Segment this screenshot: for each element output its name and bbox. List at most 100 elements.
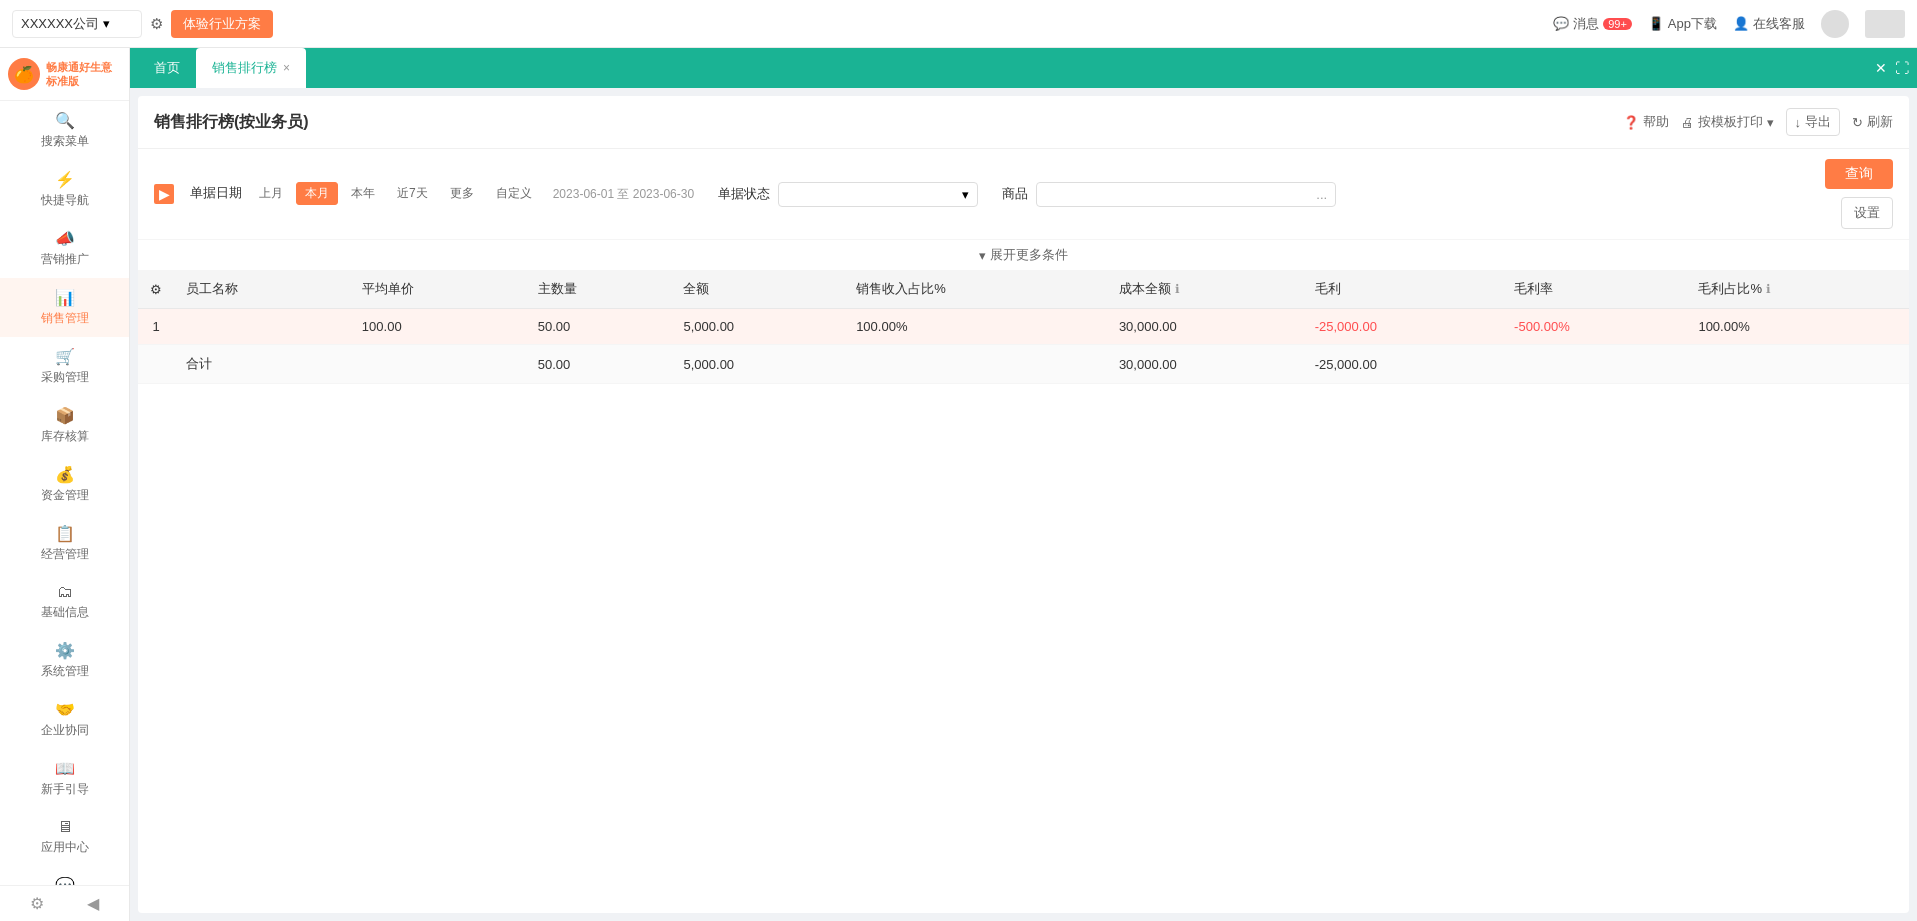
support-icon: 👤 — [1733, 16, 1749, 31]
sidebar-label-apps: 应用中心 — [41, 839, 89, 856]
avatar[interactable] — [1821, 10, 1849, 38]
shortcuts-icon: ⚡ — [55, 170, 75, 189]
app-icon: 📱 — [1648, 16, 1664, 31]
goods-dots[interactable]: ... — [1316, 187, 1327, 202]
sidebar-item-enterprise[interactable]: 🤝 企业协同 — [0, 690, 129, 749]
th-amount: 全额 — [671, 270, 844, 309]
date-filter-group: 单据日期 上月 本月 本年 近7天 更多 自定义 2023-06-01 至 20… — [190, 182, 694, 205]
filter-row: ▶ 单据日期 上月 本月 本年 近7天 更多 自定义 — [138, 149, 1909, 239]
tab-sales-ranking[interactable]: 销售排行榜 × — [196, 48, 306, 88]
sidebar-label-management: 经营管理 — [41, 546, 89, 563]
sidebar-label-inventory: 库存核算 — [41, 428, 89, 445]
profit-pct-info-icon[interactable]: ℹ — [1766, 282, 1771, 296]
basic-icon: 🗂 — [57, 583, 73, 601]
wechat-icon: 💬 — [55, 876, 75, 885]
sidebar-nav: 🔍 搜索菜单 ⚡ 快捷导航 📣 营销推广 📊 销售管理 🛒 采购管理 — [0, 101, 129, 885]
settings-bottom-icon[interactable]: ⚙ — [30, 894, 44, 913]
purchase-icon: 🛒 — [55, 347, 75, 366]
close-window-icon[interactable]: ✕ — [1875, 60, 1887, 76]
goods-input[interactable]: ... — [1036, 182, 1336, 207]
sidebar-item-purchase[interactable]: 🛒 采购管理 — [0, 337, 129, 396]
footer-empty1 — [138, 345, 174, 384]
sidebar-item-system[interactable]: ⚙️ 系统管理 — [0, 631, 129, 690]
sidebar-label-purchase: 采购管理 — [41, 369, 89, 386]
footer-row: 合计 50.00 5,000.00 30,000.00 -25,000.00 — [138, 345, 1909, 384]
footer-empty5 — [1686, 345, 1909, 384]
sidebar-label-enterprise: 企业协同 — [41, 722, 89, 739]
sidebar-item-wechat[interactable]: 💬 企业微信 — [0, 866, 129, 885]
online-support-btn[interactable]: 👤 在线客服 — [1733, 15, 1805, 33]
search-icon: 🔍 — [55, 111, 75, 130]
th-settings[interactable]: ⚙ — [138, 270, 174, 309]
cell-sales-pct: 100.00% — [844, 309, 1107, 345]
footer-amount: 5,000.00 — [671, 345, 844, 384]
sidebar-item-finance[interactable]: 💰 资金管理 — [0, 455, 129, 514]
company-name: XXXXXX公司 — [21, 15, 99, 33]
this-year-btn[interactable]: 本年 — [342, 182, 384, 205]
th-qty: 主数量 — [526, 270, 672, 309]
maximize-icon[interactable]: ⛶ — [1895, 60, 1909, 76]
this-month-btn[interactable]: 本月 — [296, 182, 338, 205]
sales-table: ⚙ 员工名称 平均单价 主数量 全额 销售收入占比% 成本全额 ℹ 毛利 毛利率… — [138, 270, 1909, 384]
collapse-icon[interactable]: ◀ — [87, 894, 99, 913]
status-select[interactable]: ▾ — [778, 182, 978, 207]
tab-home[interactable]: 首页 — [138, 48, 196, 88]
table-settings-btn[interactable]: 设置 — [1841, 197, 1893, 229]
industry-btn[interactable]: 体验行业方案 — [171, 10, 273, 38]
footer-qty: 50.00 — [526, 345, 672, 384]
th-sales-pct: 销售收入占比% — [844, 270, 1107, 309]
chevron-down-icon: ▾ — [103, 16, 110, 31]
table-wrapper: ⚙ 员工名称 平均单价 主数量 全额 销售收入占比% 成本全额 ℹ 毛利 毛利率… — [138, 270, 1909, 913]
message-label: 消息 — [1573, 15, 1599, 33]
cell-amount: 5,000.00 — [671, 309, 844, 345]
table-header-row: ⚙ 员工名称 平均单价 主数量 全额 销售收入占比% 成本全额 ℹ 毛利 毛利率… — [138, 270, 1909, 309]
status-filter-label: 单据状态 — [718, 185, 770, 203]
filter-actions: 查询 设置 — [1825, 159, 1893, 229]
collapse-filter-icon[interactable]: ▶ — [154, 184, 174, 204]
sidebar-item-inventory[interactable]: 📦 库存核算 — [0, 396, 129, 455]
sidebar-item-management[interactable]: 📋 经营管理 — [0, 514, 129, 573]
date-shortcuts: 上月 本月 本年 近7天 更多 自定义 — [250, 182, 541, 205]
filter-row-inner: 单据日期 上月 本月 本年 近7天 更多 自定义 2023-06-01 至 20… — [190, 182, 1809, 207]
export-icon: ↓ — [1795, 115, 1802, 130]
page-content: 销售排行榜(按业务员) ❓ 帮助 🖨 按模板打印 ▾ ↓ — [138, 96, 1909, 913]
sidebar-item-marketing[interactable]: 📣 营销推广 — [0, 219, 129, 278]
sales-icon: 📊 — [55, 288, 75, 307]
company-selector[interactable]: XXXXXX公司 ▾ — [12, 10, 142, 38]
settings-icon[interactable]: ⚙ — [150, 15, 163, 33]
apps-icon: 🖥 — [57, 818, 73, 836]
tab-bar: 首页 销售排行榜 × ✕ ⛶ — [130, 48, 1917, 88]
sidebar-item-basic[interactable]: 🗂 基础信息 — [0, 573, 129, 631]
sidebar-item-apps[interactable]: 🖥 应用中心 — [0, 808, 129, 866]
sidebar-label-guide: 新手引导 — [41, 781, 89, 798]
custom-date-btn[interactable]: 自定义 — [487, 182, 541, 205]
top-bar-right: 💬 消息 99+ 📱 App下载 👤 在线客服 — [1553, 10, 1905, 38]
cell-cost: 30,000.00 — [1107, 309, 1303, 345]
th-profit: 毛利 — [1303, 270, 1502, 309]
query-btn[interactable]: 查询 — [1825, 159, 1893, 189]
refresh-btn[interactable]: ↻ 刷新 — [1852, 113, 1893, 131]
th-avg-price: 平均单价 — [350, 270, 526, 309]
tab-sales-label: 销售排行榜 — [212, 59, 277, 77]
tab-bar-right: ✕ ⛶ — [1875, 60, 1909, 76]
cell-profit-rate: -500.00% — [1502, 309, 1686, 345]
sidebar-item-sales[interactable]: 📊 销售管理 — [0, 278, 129, 337]
tab-home-label: 首页 — [154, 59, 180, 77]
last7days-btn[interactable]: 近7天 — [388, 182, 437, 205]
print-btn[interactable]: 🖨 按模板打印 ▾ — [1681, 113, 1774, 131]
export-btn[interactable]: ↓ 导出 — [1786, 108, 1841, 136]
cell-name — [174, 309, 350, 345]
cost-info-icon[interactable]: ℹ — [1175, 282, 1180, 296]
message-btn[interactable]: 💬 消息 99+ — [1553, 15, 1632, 33]
sidebar-item-guide[interactable]: 📖 新手引导 — [0, 749, 129, 808]
refresh-icon: ↻ — [1852, 115, 1863, 130]
help-btn[interactable]: ❓ 帮助 — [1623, 113, 1669, 131]
sidebar-item-search[interactable]: 🔍 搜索菜单 — [0, 101, 129, 160]
tab-close-icon[interactable]: × — [283, 61, 290, 75]
sidebar-item-shortcuts[interactable]: ⚡ 快捷导航 — [0, 160, 129, 219]
more-date-btn[interactable]: 更多 — [441, 182, 483, 205]
app-download-btn[interactable]: 📱 App下载 — [1648, 15, 1717, 33]
system-icon: ⚙️ — [55, 641, 75, 660]
last-month-btn[interactable]: 上月 — [250, 182, 292, 205]
expand-conditions-btn[interactable]: ▾ 展开更多条件 — [138, 239, 1909, 270]
